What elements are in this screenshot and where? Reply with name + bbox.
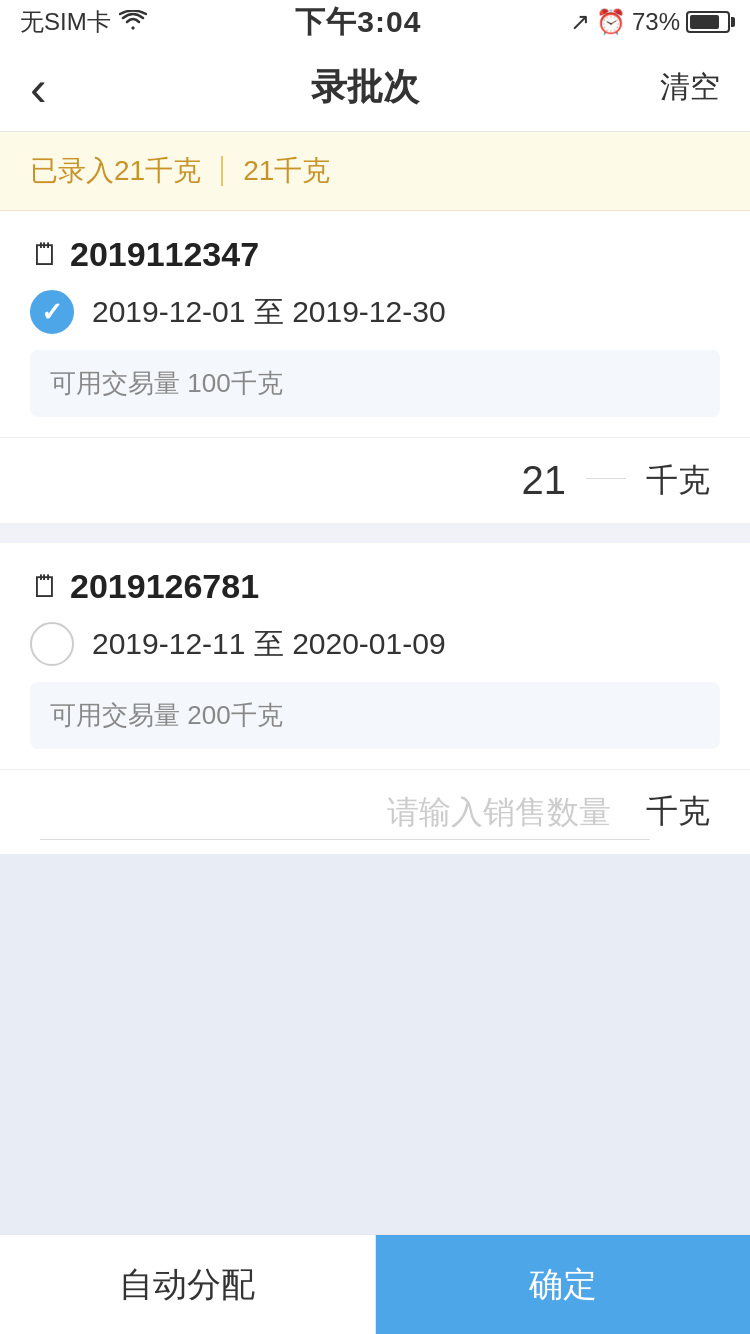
banner-divider — [221, 156, 223, 186]
wifi-icon — [119, 8, 147, 36]
item-header-1: 🗒 2019112347 — [0, 211, 750, 284]
page-content: 已录入21千克 21千克 🗒 2019112347 2019-12-01 至 2… — [0, 132, 750, 1334]
auto-distribute-label: 自动分配 — [119, 1262, 255, 1308]
item-id-2: 2019126781 — [70, 567, 259, 606]
qty-unit-2: 千克 — [646, 790, 710, 834]
recorded-label: 已录入21千克 — [30, 152, 201, 190]
radio-button-1[interactable] — [30, 290, 74, 334]
carrier-text: 无SIM卡 — [20, 6, 111, 38]
location-icon: ↗ — [570, 8, 590, 36]
recorded-value: 21千克 — [243, 152, 330, 190]
item-id-1: 2019112347 — [70, 235, 259, 274]
item-date-row-1[interactable]: 2019-12-01 至 2019-12-30 — [0, 284, 750, 350]
item-date-1: 2019-12-01 至 2019-12-30 — [92, 292, 446, 333]
qty-value-1: 21 — [522, 458, 567, 503]
info-banner: 已录入21千克 21千克 — [0, 132, 750, 211]
confirm-button[interactable]: 确定 — [376, 1235, 751, 1334]
qty-input-underline-2 — [40, 839, 650, 840]
item-date-2: 2019-12-11 至 2020-01-09 — [92, 624, 446, 665]
nav-bar: ‹ 录批次 清空 — [0, 44, 750, 132]
confirm-label: 确定 — [529, 1262, 597, 1308]
status-time: 下午3:04 — [295, 2, 421, 43]
alarm-icon: ⏰ — [596, 8, 626, 36]
item-card-1: 🗒 2019112347 2019-12-01 至 2019-12-30 可用交… — [0, 211, 750, 523]
document-icon-2: 🗒 — [30, 570, 60, 604]
item-card-2: 🗒 2019126781 2019-12-11 至 2020-01-09 可用交… — [0, 543, 750, 854]
qty-unit-1: 千克 — [646, 459, 710, 503]
page-title: 录批次 — [311, 63, 419, 112]
quantity-input-row-2: 千克 — [0, 769, 750, 854]
item-available-2: 可用交易量 200千克 — [30, 682, 720, 749]
battery-percent: 73% — [632, 8, 680, 36]
item-header-2: 🗒 2019126781 — [0, 543, 750, 616]
qty-input-2[interactable] — [326, 794, 626, 831]
back-button[interactable]: ‹ — [30, 59, 90, 117]
clear-button[interactable]: 清空 — [640, 67, 720, 108]
quantity-row-1: 21 千克 — [0, 437, 750, 523]
battery-icon — [686, 11, 730, 33]
section-divider — [0, 523, 750, 543]
item-date-row-2[interactable]: 2019-12-11 至 2020-01-09 — [0, 616, 750, 682]
bottom-area — [0, 854, 750, 1254]
qty-underline-1 — [586, 478, 626, 479]
item-available-1: 可用交易量 100千克 — [30, 350, 720, 417]
document-icon-1: 🗒 — [30, 238, 60, 272]
status-left: 无SIM卡 — [20, 6, 147, 38]
auto-distribute-button[interactable]: 自动分配 — [0, 1235, 376, 1334]
status-bar: 无SIM卡 下午3:04 ↗ ⏰ 73% — [0, 0, 750, 44]
status-right: ↗ ⏰ 73% — [570, 8, 730, 36]
footer: 自动分配 确定 — [0, 1234, 750, 1334]
radio-button-2[interactable] — [30, 622, 74, 666]
